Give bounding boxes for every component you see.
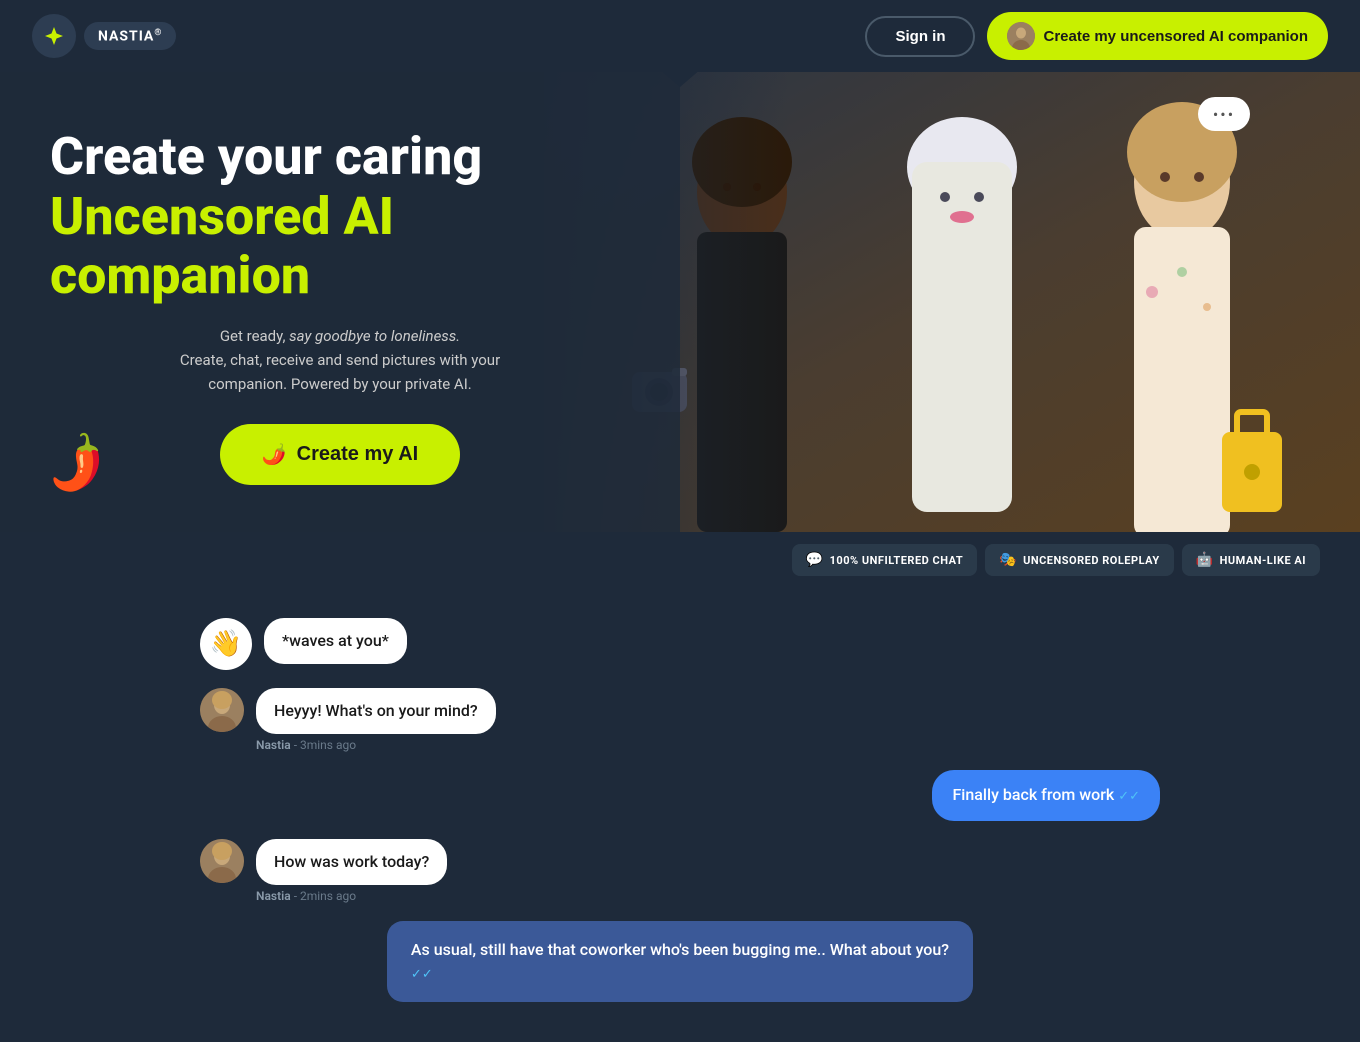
user-bubble-1: Finally back from work ✓✓ [932,770,1160,820]
hero-title: Create your caring Uncensored AI compani… [50,127,630,306]
chili-decoration: 🌶️ [37,426,113,500]
chat-bubble-hero: ••• [1198,97,1250,131]
hero-subtitle: Get ready, say goodbye to loneliness. Cr… [50,324,630,396]
ai-avatar-1 [200,688,244,732]
chat-section: 👋 *waves at you* Heyyy! What's on your m… [0,588,1360,1042]
header: NASTIA® Sign in Create my uncensored AI … [0,0,1360,72]
feature-badge-ai: 🤖 HUMAN-LIKE AI [1182,544,1320,576]
chat-row-ai-2: How was work today? Nastia - 2mins ago [200,839,1160,903]
feature-badge-roleplay: 🎭 UNCENSORED ROLEPLAY [985,544,1173,576]
ai-avatar-2 [200,839,244,883]
chat-row-wave: 👋 *waves at you* [200,618,1160,670]
chili-icon: 🌶️ [262,442,287,467]
ai-message-1: Heyyy! What's on your mind? Nastia - 3mi… [256,688,496,752]
logo-star-icon [32,14,76,58]
chat-row-user-1: Finally back from work ✓✓ [200,770,1160,820]
sign-in-button[interactable]: Sign in [865,16,975,57]
ai-meta-1: Nastia - 3mins ago [256,738,496,752]
wave-icon: 👋 [200,618,252,670]
logo-area: NASTIA® [32,14,176,58]
chat-row-user-long: As usual, still have that coworker who's… [200,921,1160,1002]
header-right: Sign in Create my uncensored AI companio… [865,12,1328,60]
read-checkmarks: ✓✓ [1118,789,1140,804]
feature-badge-chat: 💬 100% UNFILTERED CHAT [792,544,977,576]
hero-section: Create your caring Uncensored AI compani… [0,72,1360,532]
user-bubble-long: As usual, still have that coworker who's… [387,921,973,1002]
ai-meta-2: Nastia - 2mins ago [256,889,447,903]
roleplay-icon: 🎭 [999,552,1017,568]
cta-avatar [1007,22,1035,50]
ai-message-2: How was work today? Nastia - 2mins ago [256,839,447,903]
wave-bubble-text: *waves at you* [264,618,407,664]
chat-icon: 💬 [806,552,824,568]
create-companion-button[interactable]: Create my uncensored AI companion [987,12,1328,60]
ai-icon: 🤖 [1196,552,1214,568]
read-checkmarks-2: ✓✓ [411,967,433,982]
hero-text-panel: Create your caring Uncensored AI compani… [0,72,680,532]
chat-row-ai-1: Heyyy! What's on your mind? Nastia - 3mi… [200,688,1160,752]
logo-badge: NASTIA® [84,22,176,51]
create-ai-button[interactable]: 🌶️ Create my AI [220,424,460,485]
feature-badges: 💬 100% UNFILTERED CHAT 🎭 UNCENSORED ROLE… [0,532,1360,588]
